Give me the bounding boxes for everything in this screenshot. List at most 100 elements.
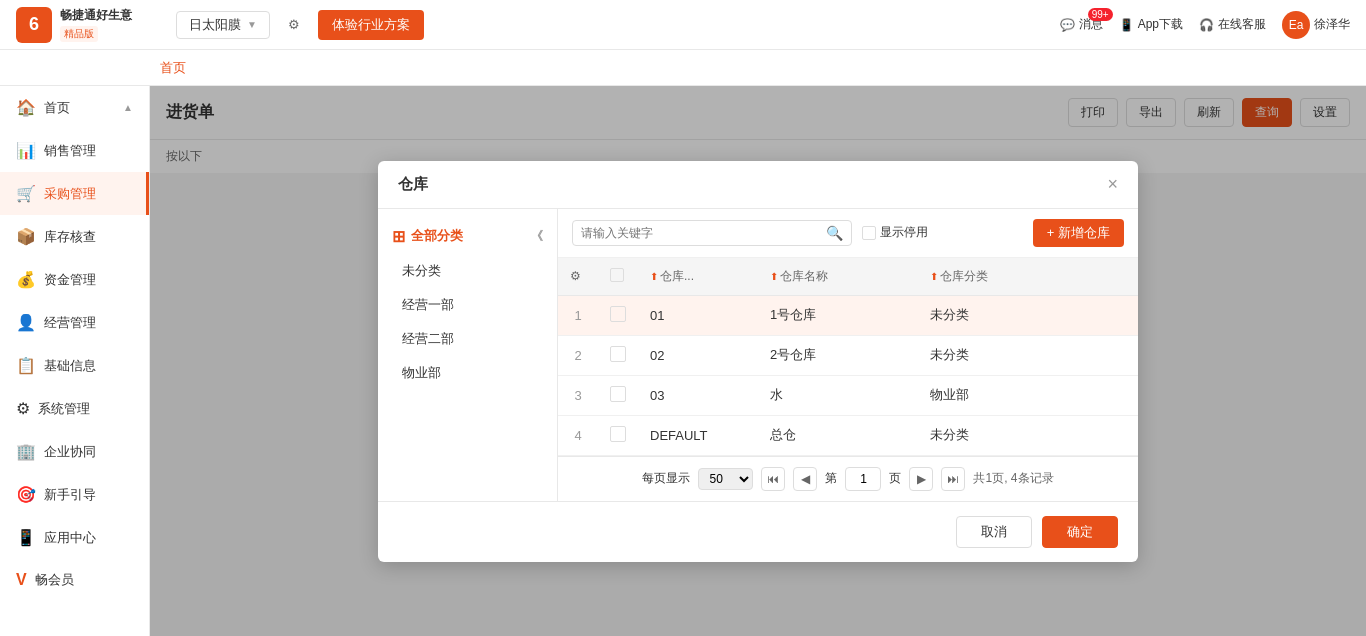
header-right: 💬 消息 99+ 📱 App下载 🎧 在线客服 Ea 徐泽华 — [1060, 11, 1350, 39]
table-row[interactable]: 4 DEFAULT 总仓 未分类 — [558, 415, 1138, 455]
logo-badge: 精品版 — [60, 26, 98, 42]
category-item-ops1[interactable]: 经营一部 — [378, 288, 557, 322]
sidebar-item-guide[interactable]: 🎯 新手引导 — [0, 473, 149, 516]
membership-icon: V — [16, 571, 27, 589]
sidebar-label-home: 首页 — [44, 99, 70, 117]
row-cat-4: 未分类 — [918, 415, 1138, 455]
sidebar-item-membership[interactable]: V 畅会员 — [0, 559, 149, 601]
purchase-icon: 🛒 — [16, 184, 36, 203]
sidebar-label-finance: 资金管理 — [44, 271, 96, 289]
store-selector[interactable]: 日太阳膜 ▼ — [176, 11, 270, 39]
row-select-1[interactable] — [610, 306, 626, 322]
user-profile-button[interactable]: Ea 徐泽华 — [1282, 11, 1350, 39]
sidebar-label-sales: 销售管理 — [44, 142, 96, 160]
basic-info-icon: 📋 — [16, 356, 36, 375]
th-settings: ⚙ — [558, 258, 598, 296]
sidebar-item-inventory[interactable]: 📦 库存核查 — [0, 215, 149, 258]
row-checkbox-1[interactable] — [598, 295, 638, 335]
table-header: ⚙ ⬆仓库... ⬆仓库名称 — [558, 258, 1138, 296]
sidebar: 🏠 首页 ▲ 📊 销售管理 🛒 采购管理 📦 库存核查 💰 资金管理 👤 经营管… — [0, 86, 150, 636]
logo-icon: 6 — [16, 7, 52, 43]
table-body: 1 01 1号仓库 未分类 2 02 — [558, 295, 1138, 455]
confirm-button[interactable]: 确定 — [1042, 516, 1118, 548]
row-select-4[interactable] — [610, 426, 626, 442]
breadcrumb-home[interactable]: 首页 — [160, 60, 186, 75]
customer-service-button[interactable]: 🎧 在线客服 — [1199, 16, 1266, 33]
page-unit: 页 — [889, 470, 901, 487]
th-name: ⬆仓库名称 — [758, 258, 918, 296]
sidebar-item-basic-info[interactable]: 📋 基础信息 — [0, 344, 149, 387]
prev-page-button[interactable]: ◀ — [793, 467, 817, 491]
collapse-icon[interactable]: 《 — [531, 228, 543, 245]
search-input[interactable] — [581, 226, 822, 240]
guide-icon: 🎯 — [16, 485, 36, 504]
industry-button[interactable]: 体验行业方案 — [318, 10, 424, 40]
row-cat-3: 物业部 — [918, 375, 1138, 415]
sidebar-item-home[interactable]: 🏠 首页 ▲ — [0, 86, 149, 129]
chevron-down-icon: ▼ — [247, 19, 257, 30]
headset-icon: 🎧 — [1199, 18, 1214, 32]
user-name: 徐泽华 — [1314, 16, 1350, 33]
operations-icon: 👤 — [16, 313, 36, 332]
page-number-input[interactable] — [845, 467, 881, 491]
settings-icon[interactable]: ⚙ — [278, 9, 310, 41]
row-code-1: 01 — [638, 295, 758, 335]
main-content: 进货单 打印 导出 刷新 查询 设置 按以下 仓库 × — [150, 86, 1366, 636]
search-box: 🔍 — [572, 220, 852, 246]
next-page-button[interactable]: ▶ — [909, 467, 933, 491]
sales-icon: 📊 — [16, 141, 36, 160]
row-checkbox-4[interactable] — [598, 415, 638, 455]
page-size-select[interactable]: 50 10 20 100 — [698, 468, 753, 490]
sidebar-item-system[interactable]: ⚙ 系统管理 — [0, 387, 149, 430]
sidebar-item-sales[interactable]: 📊 销售管理 — [0, 129, 149, 172]
category-item-uncategorized[interactable]: 未分类 — [378, 254, 557, 288]
table-row[interactable]: 2 02 2号仓库 未分类 — [558, 335, 1138, 375]
category-all-header[interactable]: ⊞ 全部分类 《 — [378, 219, 557, 254]
category-item-property[interactable]: 物业部 — [378, 356, 557, 390]
pagination-bar: 每页显示 50 10 20 100 ⏮ ◀ 第 页 — [558, 456, 1138, 501]
th-category: ⬆仓库分类 — [918, 258, 1138, 296]
chevron-up-icon: ▲ — [123, 102, 133, 113]
table-row[interactable]: 3 03 水 物业部 — [558, 375, 1138, 415]
select-all-checkbox[interactable] — [610, 268, 624, 282]
row-num-3: 3 — [558, 375, 598, 415]
logo-text-area: 畅捷通好生意 精品版 — [60, 7, 132, 42]
sidebar-item-purchase[interactable]: 🛒 采购管理 — [0, 172, 149, 215]
top-header: 6 畅捷通好生意 精品版 日太阳膜 ▼ ⚙ 体验行业方案 💬 消息 99+ 📱 … — [0, 0, 1366, 50]
row-select-2[interactable] — [610, 346, 626, 362]
first-page-button[interactable]: ⏮ — [761, 467, 785, 491]
show-disabled-checkbox[interactable] — [862, 226, 876, 240]
row-num-4: 4 — [558, 415, 598, 455]
sidebar-item-finance[interactable]: 💰 资金管理 — [0, 258, 149, 301]
sidebar-item-enterprise[interactable]: 🏢 企业协同 — [0, 430, 149, 473]
add-warehouse-button[interactable]: + 新增仓库 — [1033, 219, 1124, 247]
table-row[interactable]: 1 01 1号仓库 未分类 — [558, 295, 1138, 335]
row-select-3[interactable] — [610, 386, 626, 402]
search-icon[interactable]: 🔍 — [826, 225, 843, 241]
sidebar-item-app-center[interactable]: 📱 应用中心 — [0, 516, 149, 559]
warehouse-table: ⚙ ⬆仓库... ⬆仓库名称 — [558, 258, 1138, 456]
store-name: 日太阳膜 — [189, 16, 241, 34]
sidebar-item-operations[interactable]: 👤 经营管理 — [0, 301, 149, 344]
sidebar-label-basic-info: 基础信息 — [44, 357, 96, 375]
row-checkbox-3[interactable] — [598, 375, 638, 415]
enterprise-icon: 🏢 — [16, 442, 36, 461]
cancel-button[interactable]: 取消 — [956, 516, 1032, 548]
warehouse-modal: 仓库 × ⊞ 全部分类 《 未分类 — [378, 161, 1138, 562]
category-all-label: 全部分类 — [411, 227, 463, 245]
avatar: Ea — [1282, 11, 1310, 39]
category-item-ops2[interactable]: 经营二部 — [378, 322, 557, 356]
category-panel: ⊞ 全部分类 《 未分类 经营一部 经营二部 — [378, 209, 558, 501]
modal-overlay: 仓库 × ⊞ 全部分类 《 未分类 — [150, 86, 1366, 636]
th-checkbox — [598, 258, 638, 296]
app-download-button[interactable]: 📱 App下载 — [1119, 16, 1183, 33]
messages-button[interactable]: 💬 消息 99+ — [1060, 16, 1103, 33]
last-page-button[interactable]: ⏭ — [941, 467, 965, 491]
sort-icon-cat: ⬆ — [930, 271, 938, 282]
total-info: 共1页, 4条记录 — [973, 470, 1053, 487]
system-icon: ⚙ — [16, 399, 30, 418]
row-checkbox-2[interactable] — [598, 335, 638, 375]
grid-icon: ⊞ — [392, 227, 405, 246]
modal-close-button[interactable]: × — [1107, 175, 1118, 193]
row-num-2: 2 — [558, 335, 598, 375]
